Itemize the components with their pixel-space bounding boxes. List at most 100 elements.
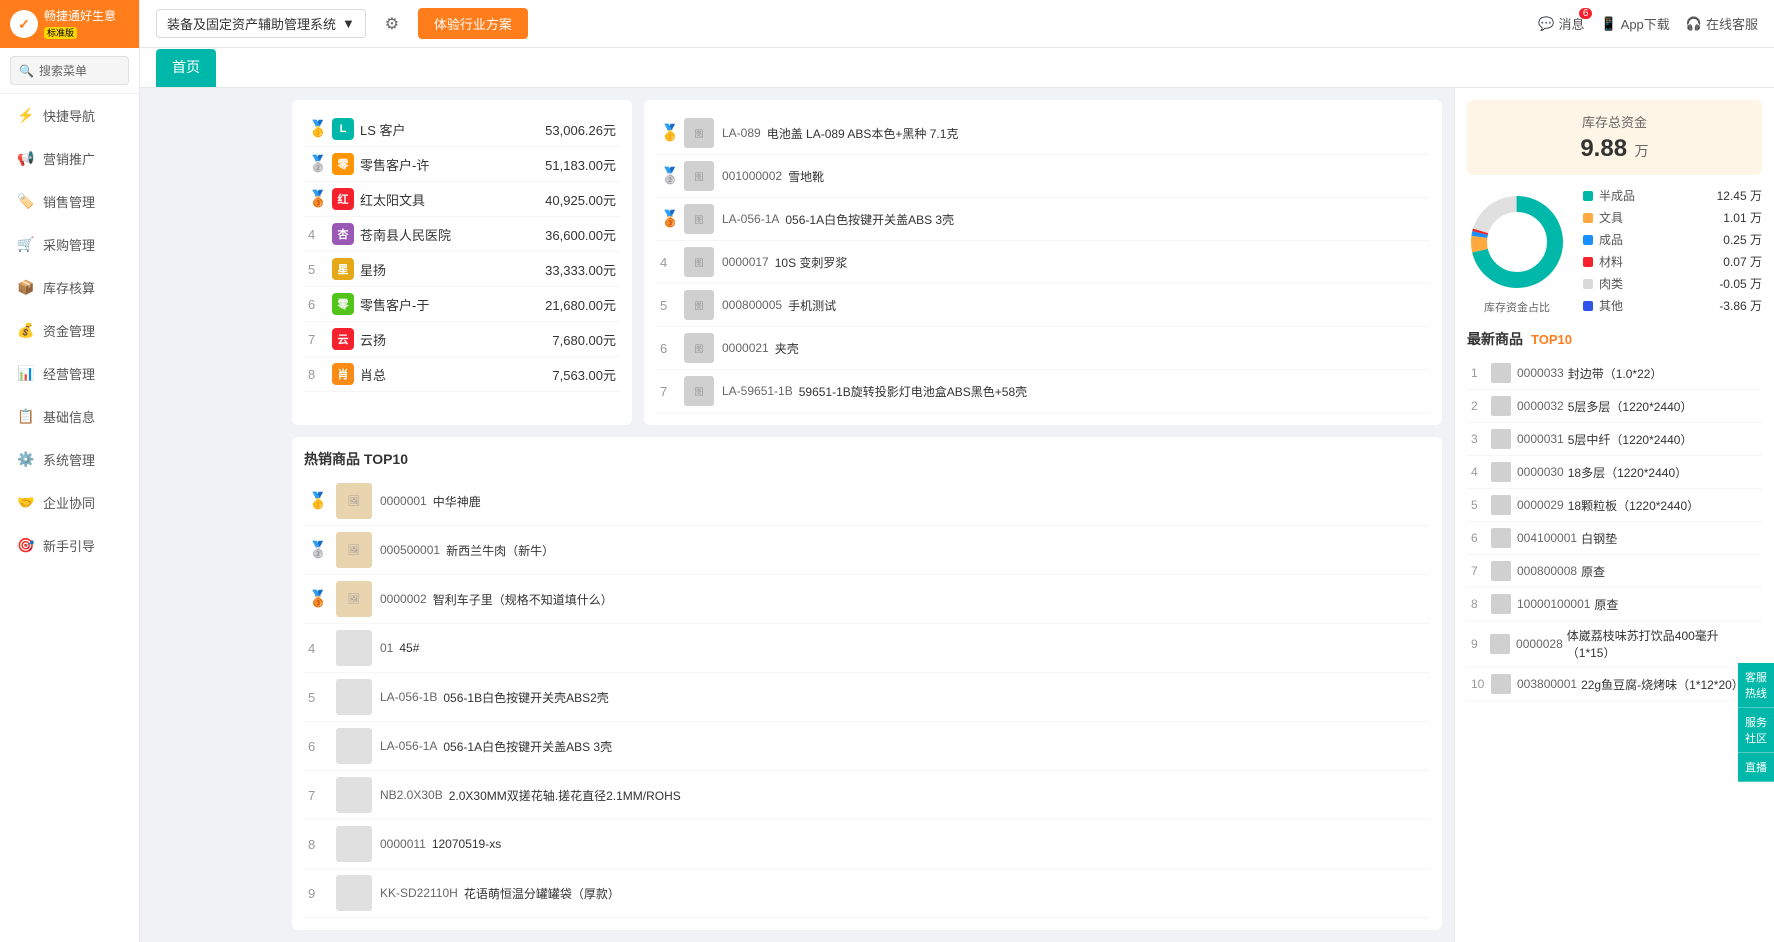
list-item[interactable]: 8 0000011 12070519-xs [304, 820, 1430, 869]
inventory-amount: 9.88 万 [1479, 135, 1750, 163]
rank-medal: 4 [308, 227, 332, 242]
table-row[interactable]: 7 云 云扬 7,680.00元 [304, 322, 620, 357]
table-row[interactable]: 🥉 红 红太阳文具 40,925.00元 [304, 182, 620, 217]
rank-number: 6 [660, 341, 684, 356]
legend-color [1583, 301, 1593, 311]
product-code: 001000002 [722, 169, 782, 183]
product-code: 0000028 [1516, 637, 1563, 651]
settings-button[interactable]: ⚙ [378, 10, 406, 38]
list-item[interactable]: 🥉 🖼 0000002 智利车子里（规格不知道填什么） [304, 575, 1430, 624]
product-name: 22g鱼豆腐-烧烤味（1*12*20） [1581, 676, 1744, 693]
list-item[interactable]: 6 图 0000021 夹壳 [656, 327, 1430, 370]
product-thumbnail [336, 826, 372, 862]
list-item[interactable]: 1 0000033 封边带（1.0*22） [1467, 357, 1762, 390]
table-row[interactable]: 4 杏 苍南县人民医院 36,600.00元 [304, 217, 620, 252]
table-row[interactable]: 5 星 星扬 33,333.00元 [304, 252, 620, 287]
sidebar-item-system[interactable]: ⚙️ 系统管理 [0, 438, 139, 481]
list-item[interactable]: 4 0000030 18多层（1220*2440） [1467, 456, 1762, 489]
tab-home[interactable]: 首页 [156, 49, 216, 87]
search-menu-button[interactable]: 🔍 搜索菜单 [10, 56, 129, 85]
sidebar-item-finance[interactable]: 💰 资金管理 [0, 309, 139, 352]
product-code: 01 [380, 641, 393, 655]
product-code: LA-056-1A [722, 212, 779, 226]
rank-number: 6 [308, 739, 336, 754]
list-item[interactable]: 4 01 45# [304, 624, 1430, 673]
product-thumbnail [1491, 429, 1511, 449]
product-name: 花语萌恒温分罐罐袋（厚款） [464, 885, 620, 902]
product-thumbnail [1491, 495, 1511, 515]
message-button[interactable]: 💬 消息 6 [1538, 14, 1584, 33]
product-thumbnail [336, 875, 372, 911]
list-item[interactable]: 10 003800001 22g鱼豆腐-烧烤味（1*12*20） [1467, 668, 1762, 701]
product-thumbnail: 图 [684, 204, 714, 234]
sidebar-item-cooperation[interactable]: 🤝 企业协同 [0, 481, 139, 524]
sidebar-logo: ✓ 畅捷通好生意 标准版 [0, 0, 139, 48]
list-item[interactable]: 4 图 0000017 10S 变刺罗浆 [656, 241, 1430, 284]
rank-medal: 7 [308, 332, 332, 347]
product-name: 056-1B白色按键开关壳ABS2壳 [443, 689, 608, 706]
basic-icon: 📋 [17, 408, 35, 426]
list-item[interactable]: 9 KK-SD22110H 花语萌恒温分罐罐袋（厚款） [304, 869, 1430, 918]
hot-products-card: 热销商品 TOP10 🥇 🖼 0000001 中华神鹿 🥈 🖼 00050000… [292, 437, 1442, 930]
list-item[interactable]: 🥉 图 LA-056-1A 056-1A白色按键开关盖ABS 3壳 [656, 198, 1430, 241]
sidebar-item-sales[interactable]: 🏷️ 销售管理 [0, 180, 139, 223]
product-name: 雪地靴 [788, 168, 824, 185]
sidebar-item-basic[interactable]: 📋 基础信息 [0, 395, 139, 438]
sidebar-item-guide[interactable]: 🎯 新手引导 [0, 524, 139, 567]
list-item[interactable]: 6 LA-056-1A 056-1A白色按键开关盖ABS 3壳 [304, 722, 1430, 771]
inventory-total-card: 库存总资金 9.88 万 [1467, 100, 1762, 175]
online-service-button[interactable]: 🎧 在线客服 [1686, 14, 1758, 33]
list-item[interactable]: 🥇 图 LA-089 电池盖 LA-089 ABS本色+黑种 7.1克 [656, 112, 1430, 155]
list-item[interactable]: 5 0000029 18颗粒板（1220*2440） [1467, 489, 1762, 522]
list-item[interactable]: 🥈 图 001000002 雪地靴 [656, 155, 1430, 198]
legend-color [1583, 191, 1593, 201]
sidebar-item-operations[interactable]: 📊 经营管理 [0, 352, 139, 395]
list-item[interactable]: 9 0000028 体崴荔枝味苏打饮品400毫升（1*15） [1467, 621, 1762, 668]
legend-value: 0.07 万 [1723, 253, 1762, 270]
list-item[interactable]: 🥈 🖼 000500001 新西兰牛肉（新牛） [304, 526, 1430, 575]
rank-number: 🥈 [308, 540, 336, 560]
content-left-spacer [140, 88, 280, 942]
legend-color [1583, 213, 1593, 223]
operations-icon: 📊 [17, 365, 35, 383]
float-buttons: 客服热线服务社区直播 [1738, 663, 1774, 782]
sidebar-item-inventory[interactable]: 📦 库存核算 [0, 266, 139, 309]
product-code: 0000032 [1517, 399, 1564, 413]
trial-button[interactable]: 体验行业方案 [418, 8, 528, 39]
table-row[interactable]: 🥈 零 零售客户-许 51,183.00元 [304, 147, 620, 182]
inventory-legend: 半成品 12.45 万 文具 1.01 万 成品 0.25 万 材料 0.07 … [1583, 187, 1762, 319]
list-item[interactable]: 7 图 LA-59651-1B 59651-1B旋转投影灯电池盒ABS黑色+58… [656, 370, 1430, 413]
customer-amount: 33,333.00元 [545, 260, 616, 279]
rank-number: 6 [1471, 531, 1491, 545]
float-action-button[interactable]: 客服热线 [1738, 663, 1774, 708]
product-name: 原查 [1581, 563, 1605, 580]
legend-item: 成品 0.25 万 [1583, 231, 1762, 248]
table-row[interactable]: 8 肖 肖总 7,563.00元 [304, 357, 620, 392]
page-tabs: 首页 [140, 48, 1774, 88]
list-item[interactable]: 7 000800008 原查 [1467, 555, 1762, 588]
app-download-button[interactable]: 📱 App下载 [1600, 14, 1669, 33]
list-item[interactable]: 8 10000100001 原查 [1467, 588, 1762, 621]
float-action-button[interactable]: 服务社区 [1738, 708, 1774, 753]
list-item[interactable]: 5 LA-056-1B 056-1B白色按键开关壳ABS2壳 [304, 673, 1430, 722]
list-item[interactable]: 5 图 000800005 手机测试 [656, 284, 1430, 327]
list-item[interactable]: 2 0000032 5层多层（1220*2440） [1467, 390, 1762, 423]
list-item[interactable]: 7 NB2.0X30B 2.0X30MM双搓花轴.搓花直径2.1MM/ROHS [304, 771, 1430, 820]
sidebar-item-marketing[interactable]: 📢 营销推广 [0, 137, 139, 180]
system-selector[interactable]: 装备及固定资产辅助管理系统 ▼ [156, 9, 366, 38]
float-action-button[interactable]: 直播 [1738, 753, 1774, 782]
legend-value: -0.05 万 [1719, 275, 1762, 292]
table-row[interactable]: 🥇 L LS 客户 53,006.26元 [304, 112, 620, 147]
list-item[interactable]: 3 0000031 5层中纤（1220*2440） [1467, 423, 1762, 456]
table-row[interactable]: 6 零 零售客户-于 21,680.00元 [304, 287, 620, 322]
customer-amount: 53,006.26元 [545, 120, 616, 139]
sidebar-item-shortcut[interactable]: ⚡ 快捷导航 [0, 94, 139, 137]
sidebar-item-purchase[interactable]: 🛒 采购管理 [0, 223, 139, 266]
product-name: 2.0X30MM双搓花轴.搓花直径2.1MM/ROHS [449, 787, 681, 804]
customer-name: 红太阳文具 [360, 190, 545, 209]
customers-list: 🥇 L LS 客户 53,006.26元 🥈 零 零售客户-许 51,183.0… [304, 112, 620, 392]
rank-number: 9 [308, 886, 336, 901]
legend-item: 半成品 12.45 万 [1583, 187, 1762, 204]
list-item[interactable]: 6 004100001 白钢垫 [1467, 522, 1762, 555]
list-item[interactable]: 🥇 🖼 0000001 中华神鹿 [304, 477, 1430, 526]
